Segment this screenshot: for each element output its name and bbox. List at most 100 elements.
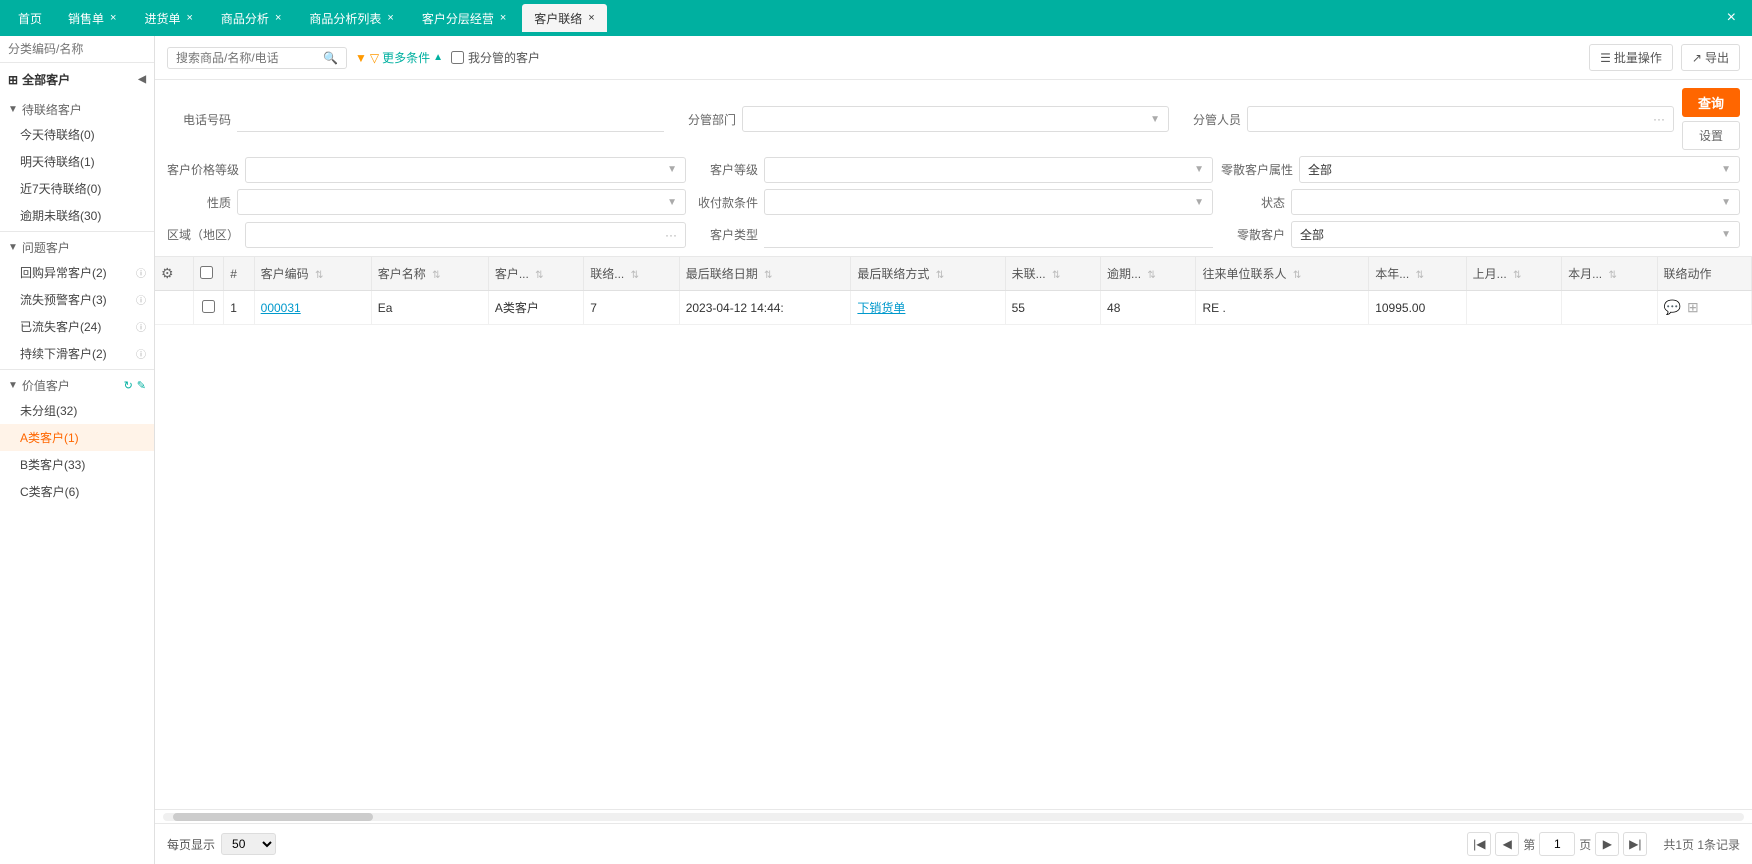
manager-select[interactable]: ··· bbox=[1247, 106, 1674, 132]
filter-retail-attr: 零散客户属性 全部 ▼ bbox=[1221, 156, 1740, 183]
sidebar-search-input[interactable] bbox=[8, 42, 155, 56]
nav-salesorder-close[interactable]: × bbox=[110, 12, 116, 24]
nav-customer-contact[interactable]: 客户联络 × bbox=[522, 4, 606, 32]
message-icon[interactable]: 💬 bbox=[1664, 299, 1681, 316]
prev-page-button[interactable]: ◀ bbox=[1495, 832, 1519, 856]
nav-analysis-list-close[interactable]: × bbox=[387, 12, 393, 24]
next-page-button[interactable]: ▶ bbox=[1595, 832, 1619, 856]
col-code[interactable]: 客户编码 ⇅ bbox=[254, 257, 371, 291]
settings-button[interactable]: 设置 bbox=[1682, 121, 1740, 150]
horizontal-scrollbar[interactable] bbox=[155, 809, 1752, 823]
dept-select[interactable]: ▼ bbox=[742, 106, 1169, 132]
sidebar-item-churn-warn[interactable]: 流失预警客户(3) ⓘ bbox=[0, 286, 154, 313]
nav-analysis-list[interactable]: 商品分析列表 × bbox=[297, 4, 405, 32]
sidebar-group-value[interactable]: ▼ 价值客户 ↻ ✎ bbox=[0, 372, 154, 397]
sidebar-item-7days[interactable]: 近7天待联络(0) bbox=[0, 175, 154, 202]
nature-select[interactable]: ▼ bbox=[237, 189, 686, 215]
ungrouped-label: 未分组(32) bbox=[20, 402, 77, 419]
sidebar-collapse-icon[interactable]: ◀ bbox=[138, 74, 146, 85]
sidebar-item-today[interactable]: 今天待联络(0) bbox=[0, 121, 154, 148]
col-this-month[interactable]: 本月... ⇅ bbox=[1562, 257, 1657, 291]
col-name[interactable]: 客户名称 ⇅ bbox=[371, 257, 488, 291]
sidebar-item-ungrouped[interactable]: 未分组(32) bbox=[0, 397, 154, 424]
churn-warn-label: 流失预警客户(3) bbox=[20, 291, 107, 308]
filter-nature: 性质 ▼ bbox=[167, 189, 686, 215]
sidebar-item-tomorrow[interactable]: 明天待联络(1) bbox=[0, 148, 154, 175]
nav-customer-contact-close[interactable]: × bbox=[588, 12, 594, 24]
filter-search-input[interactable] bbox=[176, 51, 323, 65]
col-last-date[interactable]: 最后联络日期 ⇅ bbox=[679, 257, 851, 291]
sidebar-item-b-class[interactable]: B类客户(33) bbox=[0, 451, 154, 478]
table-body: 1 000031 Ea A类客户 7 2023-04-12 14:44: 下销货… bbox=[155, 291, 1752, 325]
edit-value-icon[interactable]: ✎ bbox=[137, 379, 146, 392]
sidebar-item-overdue[interactable]: 逾期未联络(30) bbox=[0, 202, 154, 229]
customer-type-input[interactable] bbox=[764, 222, 1213, 248]
sidebar-item-lost[interactable]: 已流失客户(24) ⓘ bbox=[0, 313, 154, 340]
sidebar-item-c-class[interactable]: C类客户(6) bbox=[0, 478, 154, 505]
col-level[interactable]: 客户... ⇅ bbox=[488, 257, 583, 291]
sort-name-icon: ⇅ bbox=[432, 270, 440, 281]
col-overdue[interactable]: 逾期... ⇅ bbox=[1101, 257, 1196, 291]
manager-label: 分管人员 bbox=[1177, 111, 1241, 128]
row-checkbox[interactable] bbox=[202, 300, 215, 313]
filter-search-icon[interactable]: 🔍 bbox=[323, 51, 338, 65]
sidebar-item-declining[interactable]: 持续下滑客户(2) ⓘ bbox=[0, 340, 154, 367]
scrollbar-thumb[interactable] bbox=[173, 813, 373, 821]
select-all-checkbox[interactable] bbox=[200, 266, 213, 279]
row-code[interactable]: 000031 bbox=[254, 291, 371, 325]
filter-action-btns: 查询 设置 bbox=[1682, 88, 1740, 150]
nav-analysis[interactable]: 商品分析 × bbox=[209, 4, 293, 32]
filter-my-customers[interactable]: 我分管的客户 bbox=[451, 49, 540, 66]
query-button[interactable]: 查询 bbox=[1682, 88, 1740, 117]
last-page-button[interactable]: ▶| bbox=[1623, 832, 1647, 856]
retail-attr-select[interactable]: 全部 ▼ bbox=[1299, 156, 1740, 183]
last-method-link[interactable]: 下销货单 bbox=[857, 301, 905, 315]
phone-input[interactable] bbox=[237, 106, 664, 132]
column-settings-button[interactable]: ⚙ bbox=[161, 265, 174, 282]
nav-purchase-close[interactable]: × bbox=[186, 12, 192, 24]
page-number-input[interactable] bbox=[1539, 832, 1575, 856]
nav-customer-tier-close[interactable]: × bbox=[500, 12, 506, 24]
col-checkbox bbox=[194, 257, 224, 291]
export-button[interactable]: ↗ 导出 bbox=[1681, 44, 1740, 71]
top-nav: 首页 销售单 × 进货单 × 商品分析 × 商品分析列表 × 客户分层经营 × … bbox=[0, 0, 1752, 36]
nav-customer-tier[interactable]: 客户分层经营 × bbox=[410, 4, 518, 32]
refresh-icon[interactable]: ↻ bbox=[124, 379, 133, 392]
row-not-contact: 55 bbox=[1005, 291, 1100, 325]
col-not-contact[interactable]: 未联... ⇅ bbox=[1005, 257, 1100, 291]
payment-select[interactable]: ▼ bbox=[764, 189, 1213, 215]
sidebar-group-pending[interactable]: ▼ 待联络客户 bbox=[0, 96, 154, 121]
nav-home[interactable]: 首页 bbox=[8, 4, 52, 32]
region-select[interactable]: ··· bbox=[245, 222, 686, 248]
col-contacts[interactable]: 联络... ⇅ bbox=[584, 257, 679, 291]
col-year-sale[interactable]: 本年... ⇅ bbox=[1369, 257, 1466, 291]
nav-analysis-close[interactable]: × bbox=[275, 12, 281, 24]
retail-label: 零散客户 bbox=[1221, 226, 1285, 243]
filter-search-box[interactable]: 🔍 bbox=[167, 47, 347, 69]
page-size-select[interactable]: 50 100 200 bbox=[221, 833, 276, 855]
qr-icon[interactable]: ⊞ bbox=[1687, 299, 1699, 316]
info-icon-4: ⓘ bbox=[136, 346, 146, 361]
col-unit-contact[interactable]: 往来单位联系人 ⇅ bbox=[1196, 257, 1369, 291]
customer-level-select[interactable]: ▼ bbox=[764, 157, 1213, 183]
row-last-method[interactable]: 下销货单 bbox=[851, 291, 1005, 325]
customer-code-link[interactable]: 000031 bbox=[261, 301, 301, 315]
sort-level-icon: ⇅ bbox=[535, 270, 543, 281]
sidebar-item-a-class[interactable]: A类客户(1) bbox=[0, 424, 154, 451]
main-close-button[interactable]: × bbox=[1719, 9, 1744, 27]
price-level-select[interactable]: ▼ bbox=[245, 157, 686, 183]
sidebar-item-abnormal[interactable]: 回购异常客户(2) ⓘ bbox=[0, 259, 154, 286]
first-page-button[interactable]: |◀ bbox=[1467, 832, 1491, 856]
sidebar-all-customers[interactable]: ⊞ 全部客户 ◀ bbox=[0, 63, 154, 96]
nav-salesorder[interactable]: 销售单 × bbox=[56, 4, 128, 32]
col-last-method[interactable]: 最后联络方式 ⇅ bbox=[851, 257, 1005, 291]
batch-op-button[interactable]: ☰ 批量操作 bbox=[1589, 44, 1673, 71]
filter-more-btn[interactable]: ▼ ▽ 更多条件 ▲ bbox=[355, 49, 443, 66]
sidebar-group-problem[interactable]: ▼ 问题客户 bbox=[0, 234, 154, 259]
status-select[interactable]: ▼ bbox=[1291, 189, 1740, 215]
nav-purchase[interactable]: 进货单 × bbox=[132, 4, 204, 32]
retail-select[interactable]: 全部 ▼ bbox=[1291, 221, 1740, 248]
col-last-month[interactable]: 上月... ⇅ bbox=[1466, 257, 1561, 291]
my-customers-checkbox[interactable] bbox=[451, 51, 464, 64]
info-icon-1: ⓘ bbox=[136, 265, 146, 280]
